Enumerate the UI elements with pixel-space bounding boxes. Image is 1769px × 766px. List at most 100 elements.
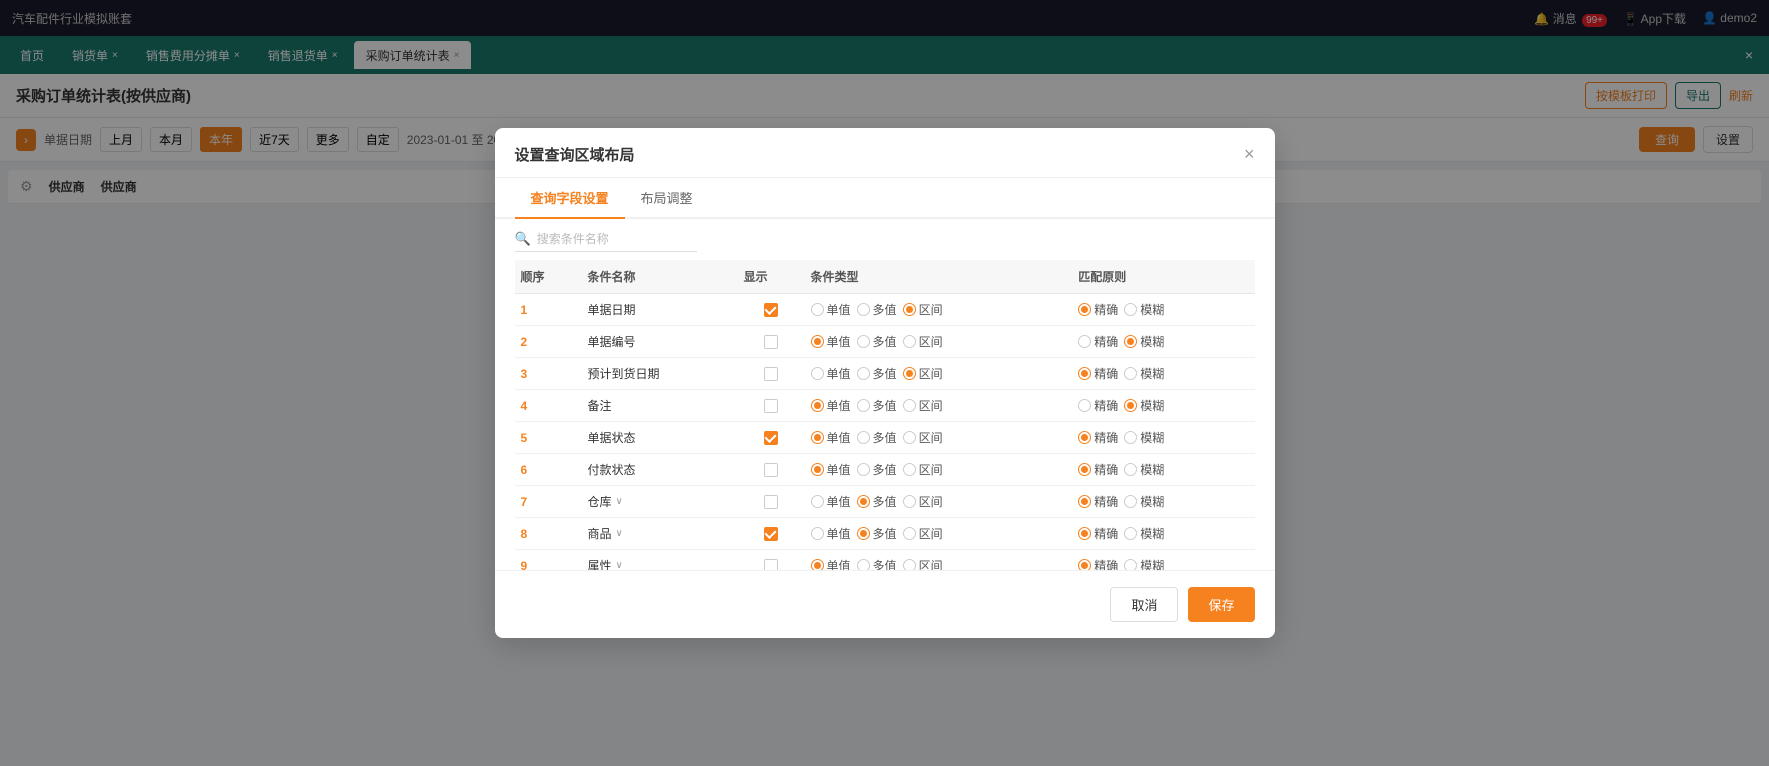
- cell-display[interactable]: [738, 358, 805, 390]
- radio-range[interactable]: 区间: [903, 557, 943, 570]
- radio-single[interactable]: 单值: [811, 301, 851, 318]
- radio-multi-circle[interactable]: [857, 431, 870, 444]
- radio-fuzzy-circle[interactable]: [1124, 495, 1137, 508]
- radio-single-circle[interactable]: [811, 399, 824, 412]
- radio-multi[interactable]: 多值: [857, 525, 897, 542]
- radio-fuzzy[interactable]: 模糊: [1124, 365, 1164, 382]
- radio-multi-circle[interactable]: [857, 463, 870, 476]
- dropdown-arrow-icon[interactable]: ∨: [615, 528, 622, 539]
- radio-single[interactable]: 单值: [811, 525, 851, 542]
- radio-single[interactable]: 单值: [811, 397, 851, 414]
- radio-multi-circle[interactable]: [857, 495, 870, 508]
- cell-display[interactable]: [738, 454, 805, 486]
- radio-fuzzy-circle[interactable]: [1124, 303, 1137, 316]
- radio-exact[interactable]: 精确: [1078, 365, 1118, 382]
- radio-multi[interactable]: 多值: [857, 557, 897, 570]
- radio-range[interactable]: 区间: [903, 301, 943, 318]
- radio-multi-circle[interactable]: [857, 367, 870, 380]
- radio-exact-circle[interactable]: [1078, 431, 1091, 444]
- radio-fuzzy[interactable]: 模糊: [1124, 301, 1164, 318]
- radio-multi[interactable]: 多值: [857, 333, 897, 350]
- radio-range[interactable]: 区间: [903, 525, 943, 542]
- radio-fuzzy[interactable]: 模糊: [1124, 525, 1164, 542]
- radio-multi-circle[interactable]: [857, 303, 870, 316]
- radio-range-circle[interactable]: [903, 431, 916, 444]
- radio-fuzzy-circle[interactable]: [1124, 335, 1137, 348]
- radio-fuzzy[interactable]: 模糊: [1124, 333, 1164, 350]
- display-checkbox[interactable]: [764, 463, 778, 477]
- radio-single[interactable]: 单值: [811, 461, 851, 478]
- radio-multi-circle[interactable]: [857, 559, 870, 570]
- radio-range-circle[interactable]: [903, 335, 916, 348]
- radio-single-circle[interactable]: [811, 527, 824, 540]
- radio-fuzzy[interactable]: 模糊: [1124, 461, 1164, 478]
- dropdown-arrow-icon[interactable]: ∨: [615, 560, 622, 570]
- search-input[interactable]: [537, 232, 697, 246]
- radio-exact[interactable]: 精确: [1078, 525, 1118, 542]
- radio-range-circle[interactable]: [903, 367, 916, 380]
- dialog-tab-query-fields[interactable]: 查询字段设置: [515, 178, 625, 219]
- radio-single[interactable]: 单值: [811, 365, 851, 382]
- radio-range-circle[interactable]: [903, 303, 916, 316]
- display-checkbox[interactable]: [764, 495, 778, 509]
- display-checkbox[interactable]: [764, 431, 778, 445]
- radio-exact[interactable]: 精确: [1078, 333, 1118, 350]
- cell-display[interactable]: [738, 518, 805, 550]
- radio-single-circle[interactable]: [811, 463, 824, 476]
- radio-exact-circle[interactable]: [1078, 399, 1091, 412]
- radio-single-circle[interactable]: [811, 335, 824, 348]
- save-button[interactable]: 保存: [1188, 587, 1254, 622]
- radio-fuzzy[interactable]: 模糊: [1124, 397, 1164, 414]
- display-checkbox[interactable]: [764, 303, 778, 317]
- radio-multi[interactable]: 多值: [857, 397, 897, 414]
- radio-multi[interactable]: 多值: [857, 493, 897, 510]
- radio-exact-circle[interactable]: [1078, 463, 1091, 476]
- radio-single-circle[interactable]: [811, 303, 824, 316]
- display-checkbox[interactable]: [764, 527, 778, 541]
- cell-display[interactable]: [738, 422, 805, 454]
- radio-range-circle[interactable]: [903, 463, 916, 476]
- radio-multi-circle[interactable]: [857, 399, 870, 412]
- radio-fuzzy[interactable]: 模糊: [1124, 557, 1164, 570]
- radio-range[interactable]: 区间: [903, 397, 943, 414]
- cell-display[interactable]: [738, 294, 805, 326]
- radio-exact[interactable]: 精确: [1078, 493, 1118, 510]
- radio-fuzzy-circle[interactable]: [1124, 399, 1137, 412]
- cell-display[interactable]: [738, 486, 805, 518]
- radio-fuzzy[interactable]: 模糊: [1124, 493, 1164, 510]
- radio-range[interactable]: 区间: [903, 333, 943, 350]
- radio-single-circle[interactable]: [811, 431, 824, 444]
- radio-range[interactable]: 区间: [903, 461, 943, 478]
- radio-exact[interactable]: 精确: [1078, 301, 1118, 318]
- radio-exact-circle[interactable]: [1078, 495, 1091, 508]
- radio-single-circle[interactable]: [811, 559, 824, 570]
- cell-display[interactable]: [738, 326, 805, 358]
- radio-range[interactable]: 区间: [903, 493, 943, 510]
- radio-multi[interactable]: 多值: [857, 301, 897, 318]
- cell-display[interactable]: [738, 550, 805, 571]
- radio-fuzzy-circle[interactable]: [1124, 367, 1137, 380]
- display-checkbox[interactable]: [764, 399, 778, 413]
- radio-multi[interactable]: 多值: [857, 365, 897, 382]
- radio-single[interactable]: 单值: [811, 493, 851, 510]
- radio-range[interactable]: 区间: [903, 365, 943, 382]
- radio-fuzzy-circle[interactable]: [1124, 527, 1137, 540]
- dialog-close-btn[interactable]: ×: [1244, 144, 1255, 165]
- radio-multi-circle[interactable]: [857, 335, 870, 348]
- radio-single[interactable]: 单值: [811, 429, 851, 446]
- display-checkbox[interactable]: [764, 335, 778, 349]
- radio-multi[interactable]: 多值: [857, 461, 897, 478]
- radio-range-circle[interactable]: [903, 495, 916, 508]
- radio-exact[interactable]: 精确: [1078, 429, 1118, 446]
- radio-range-circle[interactable]: [903, 527, 916, 540]
- cell-display[interactable]: [738, 390, 805, 422]
- radio-multi[interactable]: 多值: [857, 429, 897, 446]
- cancel-button[interactable]: 取消: [1110, 587, 1178, 622]
- dropdown-arrow-icon[interactable]: ∨: [615, 496, 622, 507]
- radio-fuzzy[interactable]: 模糊: [1124, 429, 1164, 446]
- radio-fuzzy-circle[interactable]: [1124, 431, 1137, 444]
- radio-single[interactable]: 单值: [811, 557, 851, 570]
- radio-fuzzy-circle[interactable]: [1124, 559, 1137, 570]
- radio-single-circle[interactable]: [811, 367, 824, 380]
- radio-fuzzy-circle[interactable]: [1124, 463, 1137, 476]
